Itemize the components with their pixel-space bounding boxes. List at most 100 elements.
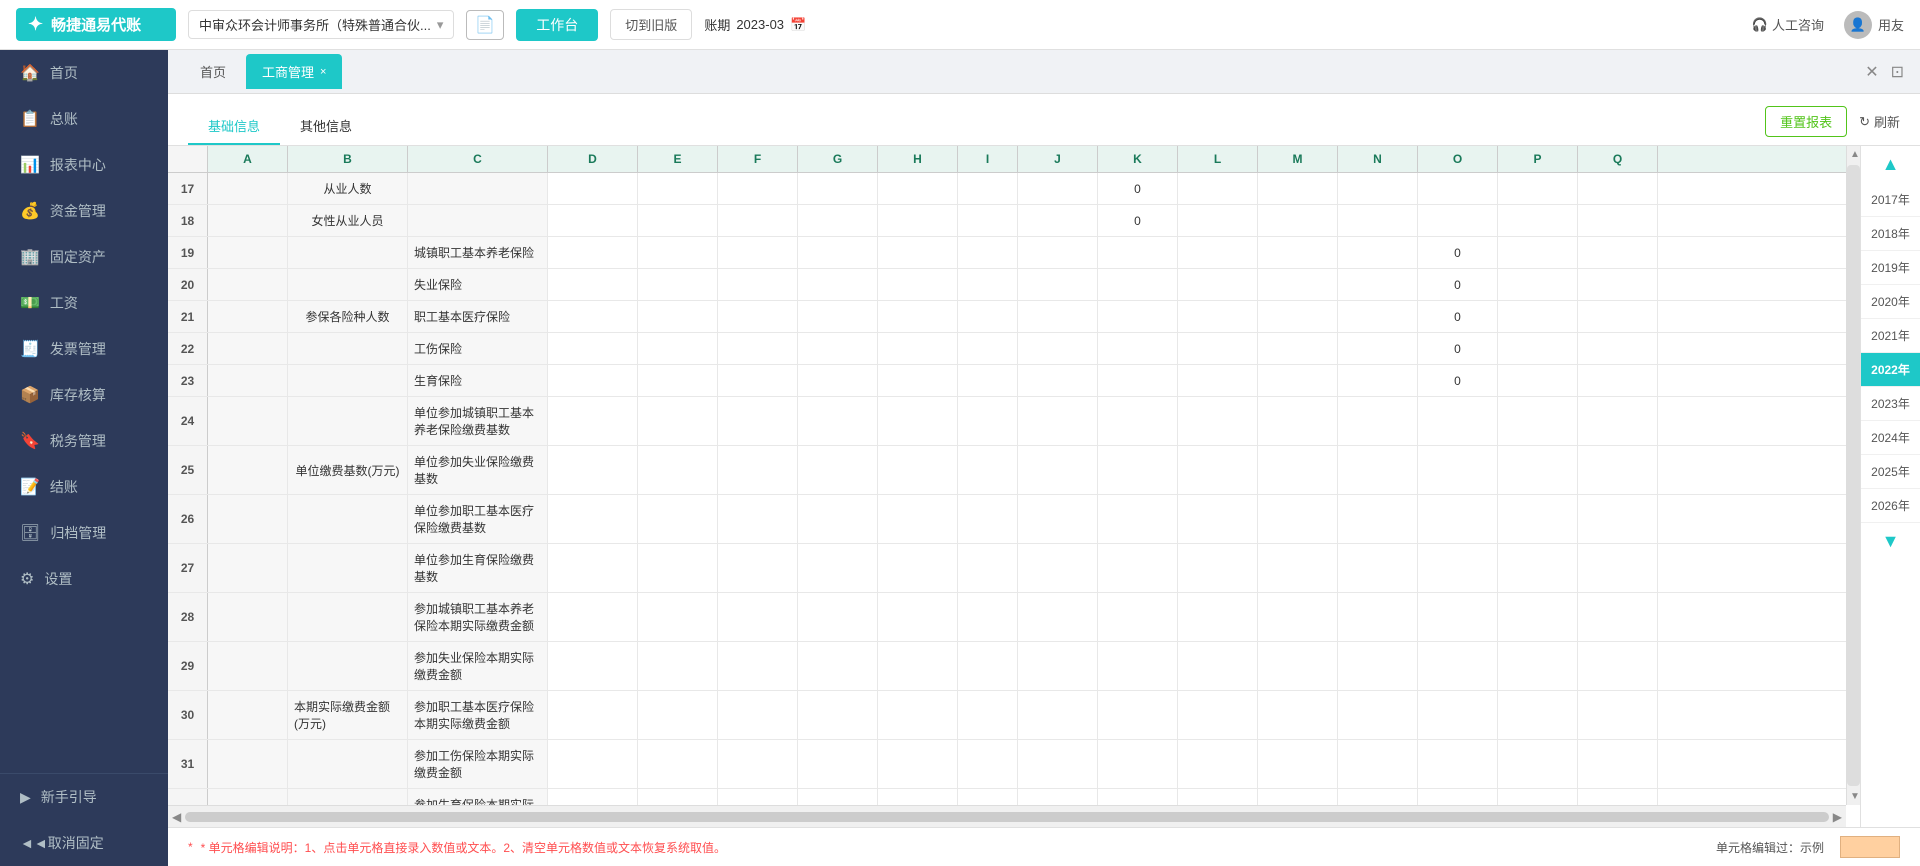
row-30-d[interactable]: [548, 691, 638, 739]
row-25-o[interactable]: [1418, 446, 1498, 494]
row-28-m[interactable]: [1258, 593, 1338, 641]
tab-basic-info[interactable]: 基础信息: [188, 108, 280, 145]
row-17-c[interactable]: [408, 173, 548, 204]
row-19-q[interactable]: [1578, 237, 1658, 268]
row-23-k[interactable]: [1098, 365, 1178, 396]
tab-industrial[interactable]: 工商管理 ×: [246, 54, 342, 89]
old-version-button[interactable]: 切到旧版: [610, 9, 692, 40]
year-item-2017[interactable]: 2017年: [1861, 183, 1920, 217]
row-25-e[interactable]: [638, 446, 718, 494]
row-29-n[interactable]: [1338, 642, 1418, 690]
row-18-j[interactable]: [1018, 205, 1098, 236]
row-20-n[interactable]: [1338, 269, 1418, 300]
scroll-left-button[interactable]: ◀: [172, 810, 181, 824]
row-17-e[interactable]: [638, 173, 718, 204]
row-17-p[interactable]: [1498, 173, 1578, 204]
row-19-e[interactable]: [638, 237, 718, 268]
row-22-o[interactable]: 0: [1418, 333, 1498, 364]
row-26-p[interactable]: [1498, 495, 1578, 543]
row-27-j[interactable]: [1018, 544, 1098, 592]
row-22-j[interactable]: [1018, 333, 1098, 364]
row-17-i[interactable]: [958, 173, 1018, 204]
row-31-l[interactable]: [1178, 740, 1258, 788]
row-18-d[interactable]: [548, 205, 638, 236]
sidebar-item-closing[interactable]: 📝 结账: [0, 464, 168, 510]
sidebar-item-settings[interactable]: ⚙ 设置: [0, 556, 168, 602]
row-28-b[interactable]: [288, 593, 408, 641]
row-17-n[interactable]: [1338, 173, 1418, 204]
row-21-f[interactable]: [718, 301, 798, 332]
row-29-k[interactable]: [1098, 642, 1178, 690]
row-20-o[interactable]: 0: [1418, 269, 1498, 300]
row-22-l[interactable]: [1178, 333, 1258, 364]
row-17-f[interactable]: [718, 173, 798, 204]
row-24-i[interactable]: [958, 397, 1018, 445]
row-22-b[interactable]: [288, 333, 408, 364]
row-26-b[interactable]: [288, 495, 408, 543]
row-26-l[interactable]: [1178, 495, 1258, 543]
row-21-i[interactable]: [958, 301, 1018, 332]
row-26-m[interactable]: [1258, 495, 1338, 543]
row-30-q[interactable]: [1578, 691, 1658, 739]
row-22-a[interactable]: [208, 333, 288, 364]
row-28-e[interactable]: [638, 593, 718, 641]
row-18-h[interactable]: [878, 205, 958, 236]
calendar-icon[interactable]: 📅: [790, 17, 806, 33]
row-23-e[interactable]: [638, 365, 718, 396]
row-22-h[interactable]: [878, 333, 958, 364]
row-28-a[interactable]: [208, 593, 288, 641]
row-24-q[interactable]: [1578, 397, 1658, 445]
row-22-f[interactable]: [718, 333, 798, 364]
year-item-2020[interactable]: 2020年: [1861, 285, 1920, 319]
row-17-a[interactable]: [208, 173, 288, 204]
scroll-right-button[interactable]: ▶: [1833, 810, 1842, 824]
row-27-i[interactable]: [958, 544, 1018, 592]
sidebar-item-funds[interactable]: 💰 资金管理: [0, 188, 168, 234]
row-29-p[interactable]: [1498, 642, 1578, 690]
row-24-m[interactable]: [1258, 397, 1338, 445]
row-26-g[interactable]: [798, 495, 878, 543]
row-28-l[interactable]: [1178, 593, 1258, 641]
row-18-q[interactable]: [1578, 205, 1658, 236]
row-25-a[interactable]: [208, 446, 288, 494]
row-23-q[interactable]: [1578, 365, 1658, 396]
row-18-i[interactable]: [958, 205, 1018, 236]
row-18-m[interactable]: [1258, 205, 1338, 236]
row-19-p[interactable]: [1498, 237, 1578, 268]
row-19-f[interactable]: [718, 237, 798, 268]
row-27-g[interactable]: [798, 544, 878, 592]
row-22-i[interactable]: [958, 333, 1018, 364]
row-31-m[interactable]: [1258, 740, 1338, 788]
row-29-a[interactable]: [208, 642, 288, 690]
row-22-q[interactable]: [1578, 333, 1658, 364]
year-item-2019[interactable]: 2019年: [1861, 251, 1920, 285]
row-31-f[interactable]: [718, 740, 798, 788]
row-20-g[interactable]: [798, 269, 878, 300]
row-18-n[interactable]: [1338, 205, 1418, 236]
row-24-b[interactable]: [288, 397, 408, 445]
row-18-o[interactable]: [1418, 205, 1498, 236]
row-23-i[interactable]: [958, 365, 1018, 396]
row-25-m[interactable]: [1258, 446, 1338, 494]
row-21-l[interactable]: [1178, 301, 1258, 332]
user-area[interactable]: 👤 用友: [1844, 11, 1904, 39]
cancel-fix-button[interactable]: ◄◄取消固定: [0, 820, 168, 866]
row-19-o[interactable]: 0: [1418, 237, 1498, 268]
row-30-i[interactable]: [958, 691, 1018, 739]
row-25-h[interactable]: [878, 446, 958, 494]
row-19-l[interactable]: [1178, 237, 1258, 268]
row-25-n[interactable]: [1338, 446, 1418, 494]
row-19-a[interactable]: [208, 237, 288, 268]
row-19-h[interactable]: [878, 237, 958, 268]
year-item-2021[interactable]: 2021年: [1861, 319, 1920, 353]
row-22-e[interactable]: [638, 333, 718, 364]
tab-other-info[interactable]: 其他信息: [280, 108, 372, 145]
row-23-b[interactable]: [288, 365, 408, 396]
row-31-b[interactable]: [288, 740, 408, 788]
horizontal-scrollbar-track[interactable]: [185, 812, 1829, 822]
row-23-d[interactable]: [548, 365, 638, 396]
row-30-e[interactable]: [638, 691, 718, 739]
row-26-q[interactable]: [1578, 495, 1658, 543]
sidebar-item-tax[interactable]: 🔖 税务管理: [0, 418, 168, 464]
row-31-p[interactable]: [1498, 740, 1578, 788]
